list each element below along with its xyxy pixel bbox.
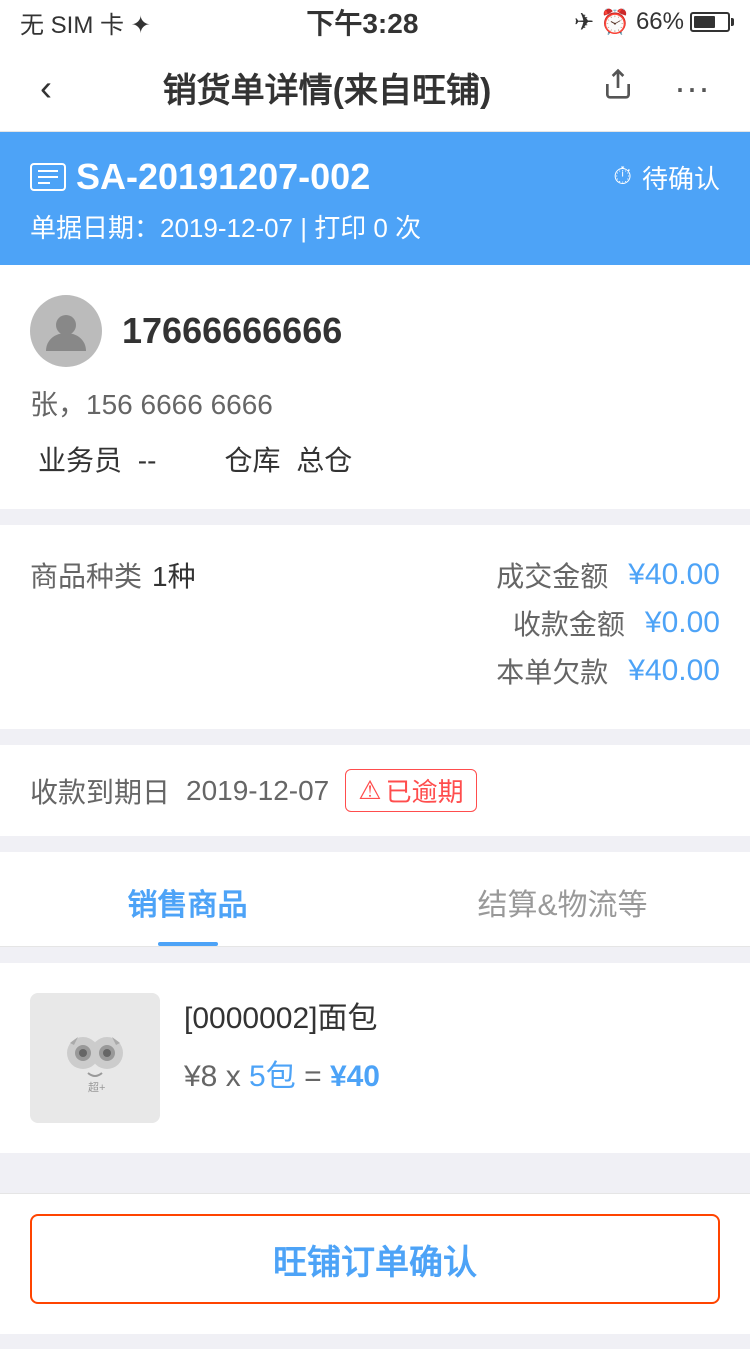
status-right: ✈ ⏰ 66% (574, 8, 730, 37)
svg-text:超+: 超+ (88, 1080, 105, 1093)
page-title: 销货单详情(来自旺铺) (163, 63, 492, 112)
received-amount: ¥0.00 (645, 606, 720, 640)
tab-sales-products[interactable]: 销售商品 (0, 852, 375, 946)
back-button[interactable]: ‹ (30, 57, 62, 119)
customer-meta: 业务员 -- 仓库 总仓 (30, 439, 720, 479)
product-section: 超+ [0000002]面包 ¥8 x 5包 = ¥40 (0, 963, 750, 1153)
nav-bar: ‹ 销货单详情(来自旺铺) ··· (0, 44, 750, 132)
due-date-value: 2019-12-07 (186, 775, 329, 807)
share-button[interactable] (592, 57, 644, 119)
summary-section: 商品种类 1种 成交金额 ¥40.00 收款金额 ¥0.00 本单欠款 ¥40.… (0, 525, 750, 729)
product-item: 超+ [0000002]面包 ¥8 x 5包 = ¥40 (30, 993, 720, 1123)
order-status: ⏱ 待确认 (613, 159, 720, 196)
tabs: 销售商品 结算&物流等 (0, 852, 750, 947)
product-thumbnail: 超+ (30, 993, 160, 1123)
confirm-order-button[interactable]: 旺铺订单确认 (30, 1214, 720, 1304)
customer-phone: 17666666666 (122, 310, 342, 352)
due-date-label: 收款到期日 (30, 771, 170, 811)
received-amount-row: 收款金额 ¥0.00 (496, 603, 720, 643)
alarm-icon: ⏰ (600, 8, 630, 37)
header-banner: SA-20191207-002 ⏱ 待确认 单据日期：2019-12-07 | … (0, 132, 750, 265)
tab-settlement[interactable]: 结算&物流等 (375, 852, 750, 946)
due-amount: ¥40.00 (628, 654, 720, 688)
customer-section: 17666666666 张，156 6666 6666 业务员 -- 仓库 总仓 (0, 265, 750, 509)
overdue-badge: ⚠ 已逾期 (345, 769, 476, 812)
product-info: [0000002]面包 ¥8 x 5包 = ¥40 (184, 993, 720, 1095)
battery-icon (690, 12, 730, 32)
customer-name: 张，156 6666 6666 (30, 383, 720, 423)
status-bar: 无 SIM 卡 ✦ 下午3:28 ✈ ⏰ 66% (0, 0, 750, 44)
summary-right: 成交金额 ¥40.00 收款金额 ¥0.00 本单欠款 ¥40.00 (496, 555, 720, 699)
summary-left: 商品种类 1种 (30, 555, 196, 601)
warehouse-field: 仓库 总仓 (216, 439, 352, 479)
status-time: 下午3:28 (306, 2, 418, 42)
order-date: 单据日期：2019-12-07 | 打印 0 次 (30, 208, 720, 245)
salesperson-field: 业务员 -- (30, 439, 156, 479)
battery-text: 66% (636, 8, 684, 36)
deal-amount: ¥40.00 (628, 558, 720, 592)
sim-text: 无 SIM 卡 ✦ (20, 5, 151, 40)
clock-icon: ⏱ (613, 163, 632, 191)
product-price: ¥8 x 5包 = ¥40 (184, 1051, 720, 1095)
product-types-row: 商品种类 1种 (30, 555, 196, 595)
deal-amount-row: 成交金额 ¥40.00 (496, 555, 720, 595)
due-date-section: 收款到期日 2019-12-07 ⚠ 已逾期 (0, 745, 750, 836)
avatar (30, 295, 102, 367)
due-amount-row: 本单欠款 ¥40.00 (496, 651, 720, 691)
warning-icon: ⚠ (358, 775, 381, 806)
product-name: [0000002]面包 (184, 993, 720, 1037)
more-button[interactable]: ··· (664, 57, 720, 119)
nav-actions: ··· (592, 57, 720, 119)
order-id: SA-20191207-002 (30, 156, 370, 198)
bottom-bar: 旺铺订单确认 (0, 1193, 750, 1334)
status-left: 无 SIM 卡 ✦ (20, 5, 151, 40)
location-icon: ✈ (574, 8, 594, 37)
